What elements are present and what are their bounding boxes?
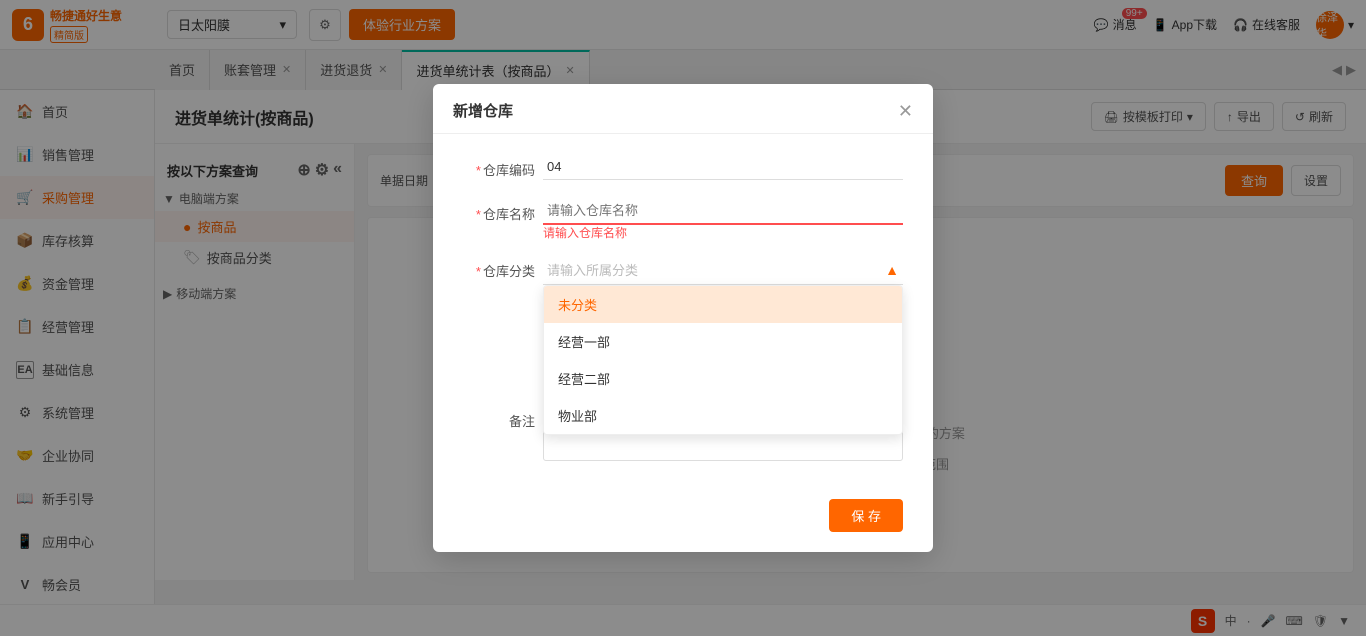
code-input[interactable] [543,154,903,180]
code-label: 仓库编码 [463,154,543,179]
category-dropdown[interactable]: 请输入所属分类 ▲ [543,255,903,285]
remark-label: 备注 [463,405,543,430]
dropdown-option-dept2[interactable]: 经营二部 [544,360,902,397]
form-row-category: 仓库分类 请输入所属分类 ▲ 未分类 经营一部 经营二部 物业部 [463,255,903,285]
form-row-name: 仓库名称 请输入仓库名称 [463,198,903,225]
name-input[interactable] [543,198,903,225]
dialog-overlay: 新增仓库 ✕ 仓库编码 仓库名称 请输入仓库名称 [0,0,1366,636]
category-field-wrap: 请输入所属分类 ▲ 未分类 经营一部 经营二部 物业部 [543,255,903,285]
category-label: 仓库分类 [463,255,543,280]
name-label: 仓库名称 [463,198,543,223]
new-warehouse-dialog: 新增仓库 ✕ 仓库编码 仓库名称 请输入仓库名称 [433,84,933,552]
category-dropdown-list: 未分类 经营一部 经营二部 物业部 [543,285,903,435]
dialog-header: 新增仓库 ✕ [433,84,933,134]
form-row-code: 仓库编码 [463,154,903,180]
save-button[interactable]: 保 存 [829,499,903,532]
name-field-wrap: 请输入仓库名称 [543,198,903,225]
dialog-close-button[interactable]: ✕ [898,102,913,120]
dropdown-option-unclassified[interactable]: 未分类 [544,286,902,323]
dropdown-option-dept3[interactable]: 物业部 [544,397,902,434]
dropdown-option-dept1[interactable]: 经营一部 [544,323,902,360]
dialog-body: 仓库编码 仓库名称 请输入仓库名称 仓库分类 请输入所属分类 [433,134,933,489]
dialog-title: 新增仓库 [453,100,513,121]
dropdown-arrow-icon: ▲ [885,262,899,278]
dialog-footer: 保 存 [433,499,933,532]
name-error-msg: 请输入仓库名称 [543,224,627,241]
